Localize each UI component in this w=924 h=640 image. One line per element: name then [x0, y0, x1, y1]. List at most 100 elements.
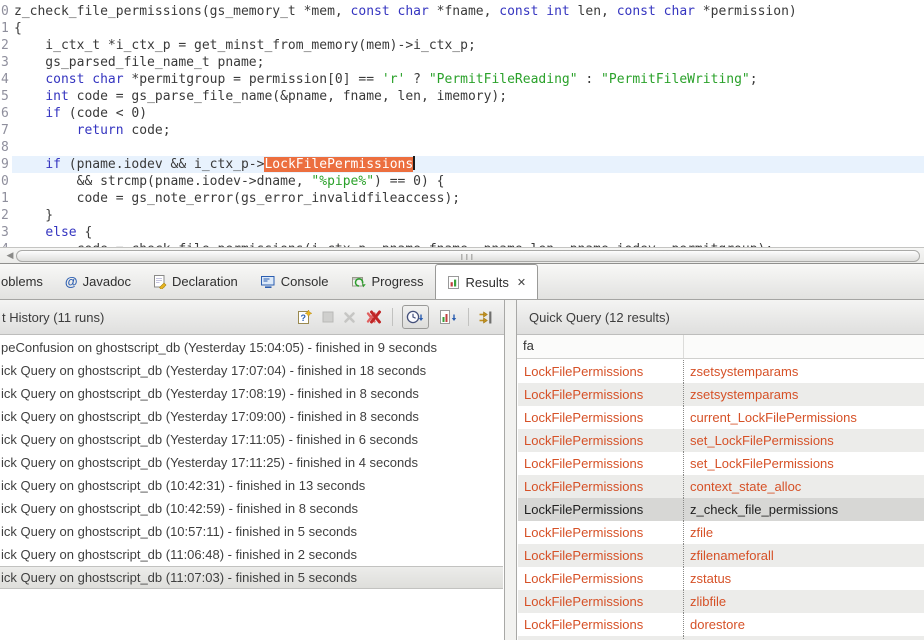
- result-row[interactable]: LockFilePermissions zsetsystemparams: [518, 360, 924, 383]
- tab-console[interactable]: Console: [249, 264, 340, 299]
- tab-problems[interactable]: oblems: [0, 264, 54, 299]
- quick-query-title: Quick Query (12 results): [529, 309, 670, 325]
- history-item[interactable]: ick Query on ghostscript_db (10:42:59) -…: [0, 497, 503, 520]
- result-cell-target[interactable]: zfilenameforall: [683, 544, 924, 567]
- filter-input[interactable]: fa: [517, 335, 683, 358]
- result-row[interactable]: LockFilePermissions current_LockFilePermi…: [518, 406, 924, 429]
- tab-label: Results: [465, 274, 509, 290]
- result-row[interactable]: LockFilePermissions zfilenameforall: [518, 544, 924, 567]
- code-line[interactable]: i_ctx_t *i_ctx_p = get_minst_from_memory…: [12, 37, 924, 54]
- tab-close-icon[interactable]: ✕: [517, 276, 526, 289]
- toolbar-new-query-button[interactable]: ?: [296, 306, 313, 328]
- tab-progress[interactable]: Progress: [340, 264, 435, 299]
- code-line[interactable]: if (code < 0): [12, 105, 924, 122]
- panel-sash[interactable]: [505, 300, 516, 640]
- code-token: code = gs_note_error(gs_error_invalidfil…: [14, 191, 461, 206]
- result-cell-source[interactable]: LockFilePermissions: [518, 521, 683, 544]
- history-item[interactable]: ick Query on ghostscript_db (Yesterday 1…: [0, 405, 503, 428]
- result-cell-target[interactable]: zlibfile: [683, 590, 924, 613]
- result-cell-source[interactable]: LockFilePermissions: [518, 544, 683, 567]
- history-item[interactable]: peConfusion on ghostscript_db (Yesterday…: [0, 336, 503, 359]
- result-cell-source[interactable]: LockFilePermissions: [518, 452, 683, 475]
- code-line[interactable]: code = gs_note_error(gs_error_invalidfil…: [12, 190, 924, 207]
- code-line-current[interactable]: if (pname.iodev && i_ctx_p->LockFilePerm…: [12, 156, 924, 173]
- result-row[interactable]: LockFilePermissions zfile: [518, 521, 924, 544]
- code-line[interactable]: {: [12, 20, 924, 37]
- code-line[interactable]: const char *permitgroup = permission[0] …: [12, 71, 924, 88]
- query-history-list[interactable]: peConfusion on ghostscript_db (Yesterday…: [0, 336, 503, 640]
- result-cell-source[interactable]: LockFilePermissions: [518, 498, 683, 521]
- tab-label: oblems: [1, 274, 43, 289]
- code-line[interactable]: int code = gs_parse_file_name(&pname, fn…: [12, 88, 924, 105]
- result-cell-target[interactable]: zsetsystemparams: [683, 360, 924, 383]
- code-line[interactable]: else {: [12, 224, 924, 241]
- code-token: ) == 0) {: [374, 174, 445, 189]
- result-cell-target[interactable]: current_LockFilePermissions: [683, 406, 924, 429]
- toolbar-chart-view-button[interactable]: [438, 306, 459, 328]
- line-number: 7: [1, 123, 9, 138]
- result-row[interactable]: LockFilePermissions set_LockFilePermissio…: [518, 429, 924, 452]
- result-cell-target[interactable]: zsetsystemparams: [683, 383, 924, 406]
- line-number: 3: [1, 55, 9, 70]
- result-row[interactable]: LockFilePermissions zstatus: [518, 567, 924, 590]
- result-cell-source[interactable]: LockFilePermissions: [518, 429, 683, 452]
- result-row[interactable]: LockFilePermissions set_LockFilePermissio…: [518, 452, 924, 475]
- code-token: (code < 0): [60, 106, 148, 121]
- tab-declaration[interactable]: Declaration: [142, 264, 249, 299]
- quick-query-table[interactable]: LockFilePermissions zsetsystemparams LockF…: [518, 360, 924, 640]
- history-item[interactable]: ick Query on ghostscript_db (11:06:48) -…: [0, 543, 503, 566]
- result-cell-target[interactable]: context_state_alloc: [683, 475, 924, 498]
- result-cell-source[interactable]: LockFilePermissions: [518, 590, 683, 613]
- code-line[interactable]: && strcmp(pname.iodev->dname, "%pipe%") …: [12, 173, 924, 190]
- history-item[interactable]: ick Query on ghostscript_db (Yesterday 1…: [0, 451, 503, 474]
- result-row-selected[interactable]: LockFilePermissions z_check_file_permissi…: [518, 498, 924, 521]
- code-line[interactable]: gs_parsed_file_name_t pname;: [12, 54, 924, 71]
- editor-horizontal-scrollbar[interactable]: ◀: [0, 247, 924, 263]
- toolbar-history-view-button[interactable]: [402, 305, 429, 329]
- result-cell-target[interactable]: z_check_file_permissions: [683, 498, 924, 521]
- result-cell-source[interactable]: LockFilePermissions: [518, 360, 683, 383]
- toolbar-pin-button[interactable]: [478, 306, 496, 328]
- history-item[interactable]: ick Query on ghostscript_db (Yesterday 1…: [0, 428, 503, 451]
- history-item[interactable]: ick Query on ghostscript_db (10:42:31) -…: [0, 474, 503, 497]
- tab-javadoc[interactable]: @ Javadoc: [54, 264, 142, 299]
- scrollbar-thumb[interactable]: [16, 249, 920, 262]
- result-cell-source[interactable]: LockFilePermissions: [518, 383, 683, 406]
- result-row[interactable]: LockFilePermissions zsetsystemparams: [518, 383, 924, 406]
- line-number: 3: [1, 225, 9, 240]
- history-item-selected[interactable]: ick Query on ghostscript_db (11:07:03) -…: [0, 566, 503, 589]
- filter-input-col2[interactable]: [683, 335, 924, 358]
- tab-results[interactable]: Results ✕: [434, 264, 539, 299]
- code-token: const: [499, 4, 539, 19]
- result-cell-target[interactable]: dorestore: [683, 613, 924, 636]
- result-cell-target[interactable]: zfile: [683, 521, 924, 544]
- line-number: 5: [1, 89, 9, 104]
- code-line[interactable]: }: [12, 207, 924, 224]
- code-line[interactable]: z_check_file_permissions(gs_memory_t *me…: [12, 3, 924, 20]
- result-row[interactable]: LockFilePermissions dorestore: [518, 613, 924, 636]
- selected-occurrence: LockFilePermissions: [264, 157, 414, 172]
- code-line[interactable]: return code;: [12, 122, 924, 139]
- quick-query-filter-row[interactable]: fa: [517, 335, 924, 359]
- code-token: else: [45, 225, 77, 240]
- history-item[interactable]: ick Query on ghostscript_db (Yesterday 1…: [0, 359, 503, 382]
- code-token: :: [577, 72, 602, 87]
- code-lines[interactable]: z_check_file_permissions(gs_memory_t *me…: [12, 3, 924, 247]
- result-cell-target[interactable]: set_LockFilePermissions: [683, 429, 924, 452]
- code-editor[interactable]: 012345678901234 z_check_file_permissions…: [0, 0, 924, 247]
- result-row[interactable]: LockFilePermissions context_state_alloc: [518, 475, 924, 498]
- history-item[interactable]: ick Query on ghostscript_db (Yesterday 1…: [0, 382, 503, 405]
- toolbar-clear-all-button[interactable]: [365, 306, 383, 328]
- result-cell-source[interactable]: LockFilePermissions: [518, 613, 683, 636]
- toolbar-stop-button: [322, 306, 334, 328]
- result-cell-target[interactable]: set_LockFilePermissions: [683, 452, 924, 475]
- result-cell-target[interactable]: zstatus: [683, 567, 924, 590]
- code-line[interactable]: [12, 139, 924, 156]
- result-row[interactable]: LockFilePermissions zlibfile: [518, 590, 924, 613]
- result-cell-source[interactable]: LockFilePermissions: [518, 475, 683, 498]
- result-cell-source[interactable]: LockFilePermissions: [518, 567, 683, 590]
- scrollbar-grip-icon: [461, 253, 475, 260]
- result-cell-source[interactable]: LockFilePermissions: [518, 406, 683, 429]
- query-history-toolbar: ?: [296, 305, 504, 329]
- history-item[interactable]: ick Query on ghostscript_db (10:57:11) -…: [0, 520, 503, 543]
